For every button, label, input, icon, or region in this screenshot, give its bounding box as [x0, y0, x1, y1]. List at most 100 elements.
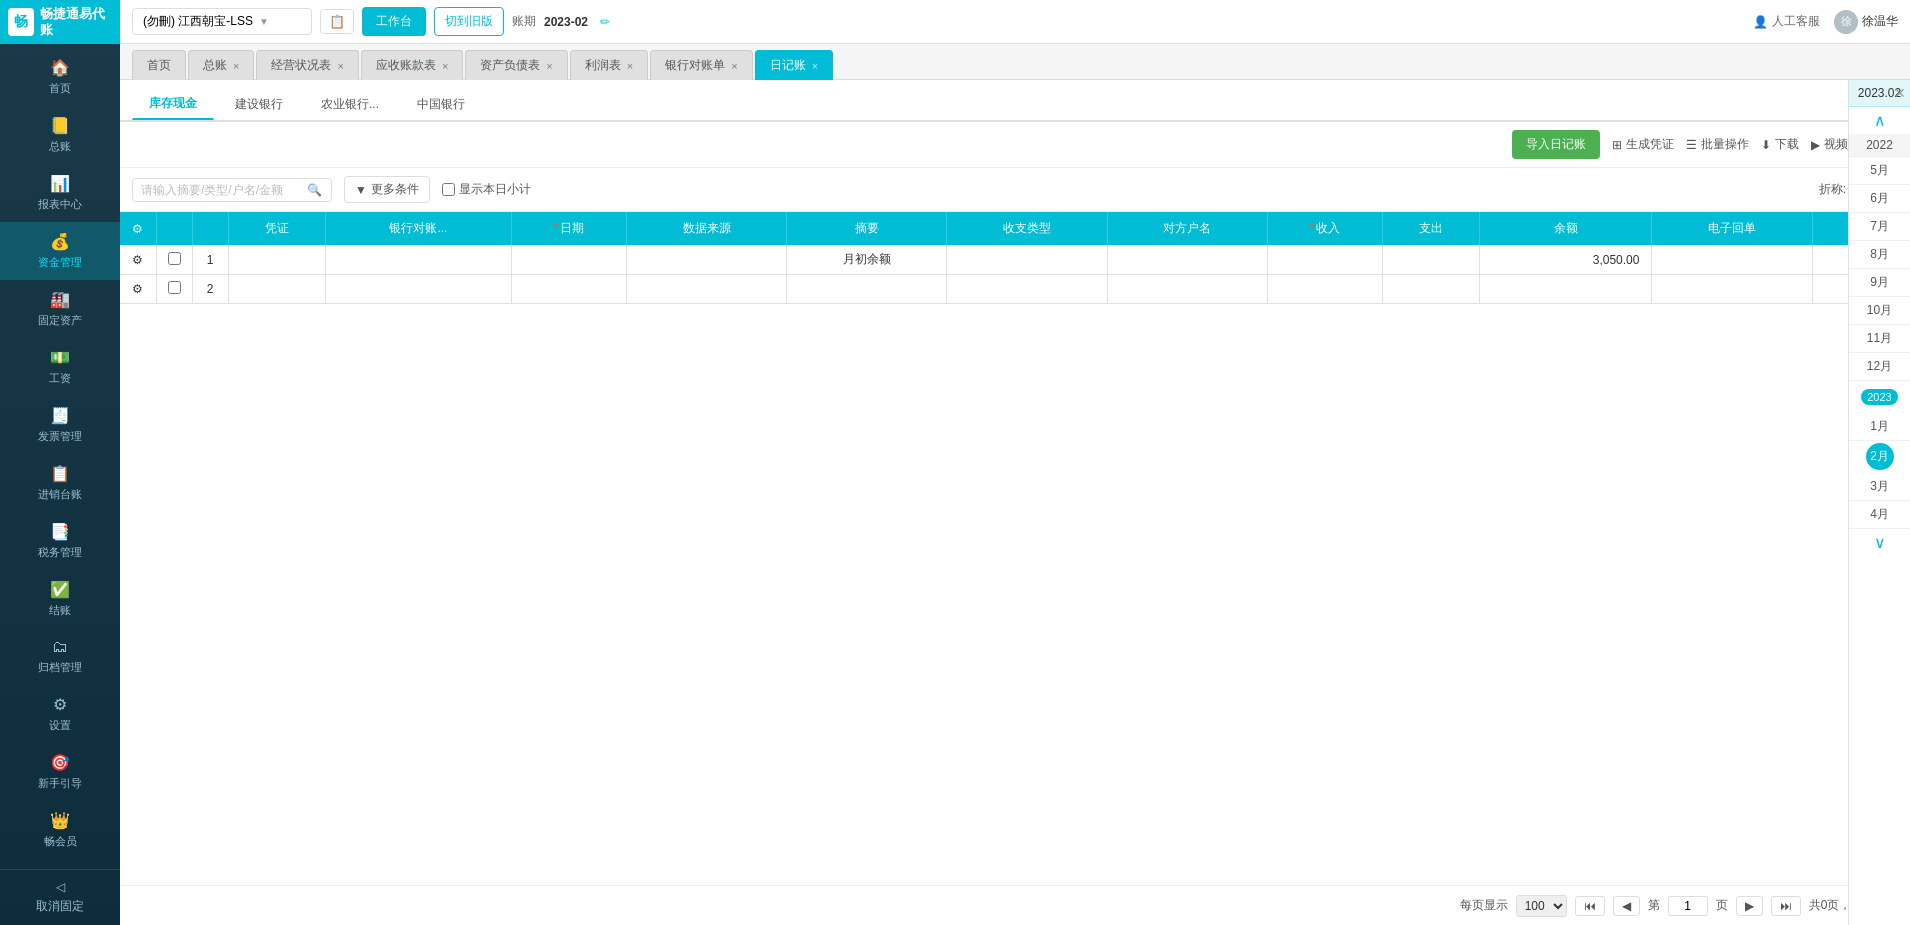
th-expense: 支出 — [1382, 212, 1479, 245]
td-counterpart — [1107, 245, 1267, 275]
row-checkbox-1[interactable] — [168, 281, 181, 294]
download-button[interactable]: ⬇ 下载 — [1761, 136, 1799, 153]
sidebar-item-进销台账[interactable]: 📋进销台账 — [0, 454, 120, 512]
sidebar-icon-设置: ⚙ — [53, 695, 67, 714]
month-item-4月[interactable]: 4月 — [1849, 501, 1910, 529]
sidebar-item-设置[interactable]: ⚙设置 — [0, 685, 120, 743]
search-input[interactable] — [141, 183, 301, 197]
sidebar-unpin[interactable]: ◁ 取消固定 — [0, 869, 120, 925]
sidebar-item-工资[interactable]: 💵工资 — [0, 338, 120, 396]
row-checkbox-0[interactable] — [168, 252, 181, 265]
page-input[interactable] — [1668, 896, 1708, 916]
tab-日记账[interactable]: 日记账 × — [755, 50, 833, 80]
bank-tab-农业银行...[interactable]: 农业银行... — [304, 89, 396, 120]
tab-close-利润表[interactable]: × — [627, 60, 633, 72]
year-2023-badge-wrap: 2023 — [1849, 381, 1910, 413]
month-item-11月[interactable]: 11月 — [1849, 325, 1910, 353]
company-selector[interactable]: (勿刪) 江西朝宝-LSS ▼ — [132, 8, 312, 35]
support-link[interactable]: 👤 人工客服 — [1753, 13, 1820, 30]
tab-close-日记账[interactable]: × — [812, 60, 818, 72]
table-body: ⚙1月初余额3,050.00⚙2 — [120, 245, 1910, 304]
td-settings: ⚙ — [120, 275, 156, 304]
prev-page-button[interactable]: ◀ — [1613, 896, 1640, 916]
sidebar-item-结账[interactable]: ✅结账 — [0, 570, 120, 628]
tab-首页[interactable]: 首页 — [132, 50, 186, 80]
bank-tab-中国银行[interactable]: 中国银行 — [400, 89, 482, 120]
sidebar-item-归档管理[interactable]: 🗂归档管理 — [0, 628, 120, 685]
user-menu[interactable]: 徐 徐温华 — [1834, 10, 1898, 34]
td-voucher — [228, 275, 325, 304]
date-nav-up[interactable]: ∧ — [1849, 107, 1910, 134]
sidebar-item-发票管理[interactable]: 🧾发票管理 — [0, 396, 120, 454]
td-pay_type — [947, 275, 1107, 304]
last-page-button[interactable]: ⏭ — [1771, 896, 1801, 916]
tab-label-日记账: 日记账 — [770, 57, 806, 74]
sidebar-item-资金管理[interactable]: 💰资金管理 — [0, 222, 120, 280]
tab-银行对账单[interactable]: 银行对账单× — [650, 50, 752, 80]
month-item-12月[interactable]: 12月 — [1849, 353, 1910, 381]
next-page-button[interactable]: ▶ — [1736, 896, 1763, 916]
tab-close-应收账款表[interactable]: × — [442, 60, 448, 72]
sidebar-label-总账: 总账 — [49, 139, 71, 154]
sidebar-item-税务管理[interactable]: 📑税务管理 — [0, 512, 120, 570]
sidebar-icon-畅会员: 👑 — [50, 811, 70, 830]
month-item-6月[interactable]: 6月 — [1849, 185, 1910, 213]
workbench-button[interactable]: 工作台 — [362, 7, 426, 36]
batch-op-icon: ☰ — [1686, 138, 1697, 152]
td-expense — [1382, 245, 1479, 275]
month-item-10月[interactable]: 10月 — [1849, 297, 1910, 325]
first-page-button[interactable]: ⏮ — [1575, 896, 1605, 916]
search-wrap[interactable]: 🔍 — [132, 178, 332, 202]
date-panel-header[interactable]: 2023.02 ✕ — [1849, 80, 1910, 107]
tab-close-资产负债表[interactable]: × — [546, 60, 552, 72]
tab-经营状况表[interactable]: 经营状况表× — [256, 50, 358, 80]
tab-close-总账[interactable]: × — [233, 60, 239, 72]
period-edit-icon[interactable]: ✏ — [600, 15, 610, 29]
page-size-select[interactable]: 102050100 — [1516, 895, 1567, 917]
month-item-3月[interactable]: 3月 — [1849, 473, 1910, 501]
logo-text: 畅捷通易代账 — [40, 6, 112, 37]
tab-close-银行对账单[interactable]: × — [731, 60, 737, 72]
copy-button[interactable]: 📋 — [320, 9, 354, 34]
sidebar-item-固定资产[interactable]: 🏭固定资产 — [0, 280, 120, 338]
batch-op-button[interactable]: ☰ 批量操作 — [1686, 136, 1749, 153]
bank-tab-库存现金[interactable]: 库存现金 — [132, 88, 214, 120]
bank-tab-建设银行[interactable]: 建设银行 — [218, 89, 300, 120]
month-item-8月[interactable]: 8月 — [1849, 241, 1910, 269]
th-bank: 银行对账... — [325, 212, 512, 245]
tab-应收账款表[interactable]: 应收账款表× — [361, 50, 463, 80]
generate-voucher-button[interactable]: ⊞ 生成凭证 — [1612, 136, 1674, 153]
month-item-7月[interactable]: 7月 — [1849, 213, 1910, 241]
main-area: (勿刪) 江西朝宝-LSS ▼ 📋 工作台 切到旧版 账期 2023-02 ✏ … — [120, 0, 1910, 925]
more-conditions-button[interactable]: ▼ 更多条件 — [344, 176, 430, 203]
tab-利润表[interactable]: 利润表× — [570, 50, 648, 80]
td-income — [1267, 245, 1382, 275]
td-summary: 月初余额 — [787, 245, 947, 275]
date-nav-down[interactable]: ∨ — [1849, 529, 1910, 556]
tab-close-经营状况表[interactable]: × — [337, 60, 343, 72]
video-icon: ▶ — [1811, 138, 1820, 152]
show-daily-subtotal-checkbox[interactable]: 显示本日小计 — [442, 181, 531, 198]
month-item-5月[interactable]: 5月 — [1849, 157, 1910, 185]
video-button[interactable]: ▶ 视频 — [1811, 136, 1848, 153]
sidebar-item-报表中心[interactable]: 📊报表中心 — [0, 164, 120, 222]
sidebar-item-首页[interactable]: 🏠首页 — [0, 48, 120, 106]
sidebar-item-畅会员[interactable]: 👑 畅会员 — [0, 801, 120, 859]
sidebar-label-畅会员: 畅会员 — [44, 834, 77, 849]
month-item-9月[interactable]: 9月 — [1849, 269, 1910, 297]
month-item-1月[interactable]: 1月 — [1849, 413, 1910, 441]
tab-资产负债表[interactable]: 资产负债表× — [465, 50, 567, 80]
sidebar-icon-固定资产: 🏭 — [50, 290, 70, 309]
tab-总账[interactable]: 总账× — [188, 50, 254, 80]
sidebar-item-新手引导[interactable]: 🎯新手引导 — [0, 743, 120, 801]
daily-subtotal-check[interactable] — [442, 183, 455, 196]
sidebar-item-总账[interactable]: 📒总账 — [0, 106, 120, 164]
th-electronic: 电子回单 — [1652, 212, 1812, 245]
th-income: 收入 — [1267, 212, 1382, 245]
pagination: 每页显示 102050100 ⏮ ◀ 第 页 ▶ ⏭ 共0页，0条记录 — [120, 885, 1910, 925]
search-icon: 🔍 — [307, 183, 322, 197]
date-panel-close-icon[interactable]: ✕ — [1894, 86, 1906, 100]
old-version-button[interactable]: 切到旧版 — [434, 7, 504, 36]
month-item-2月[interactable]: 2月 — [1866, 443, 1894, 471]
import-journal-button[interactable]: 导入日记账 — [1512, 130, 1600, 159]
